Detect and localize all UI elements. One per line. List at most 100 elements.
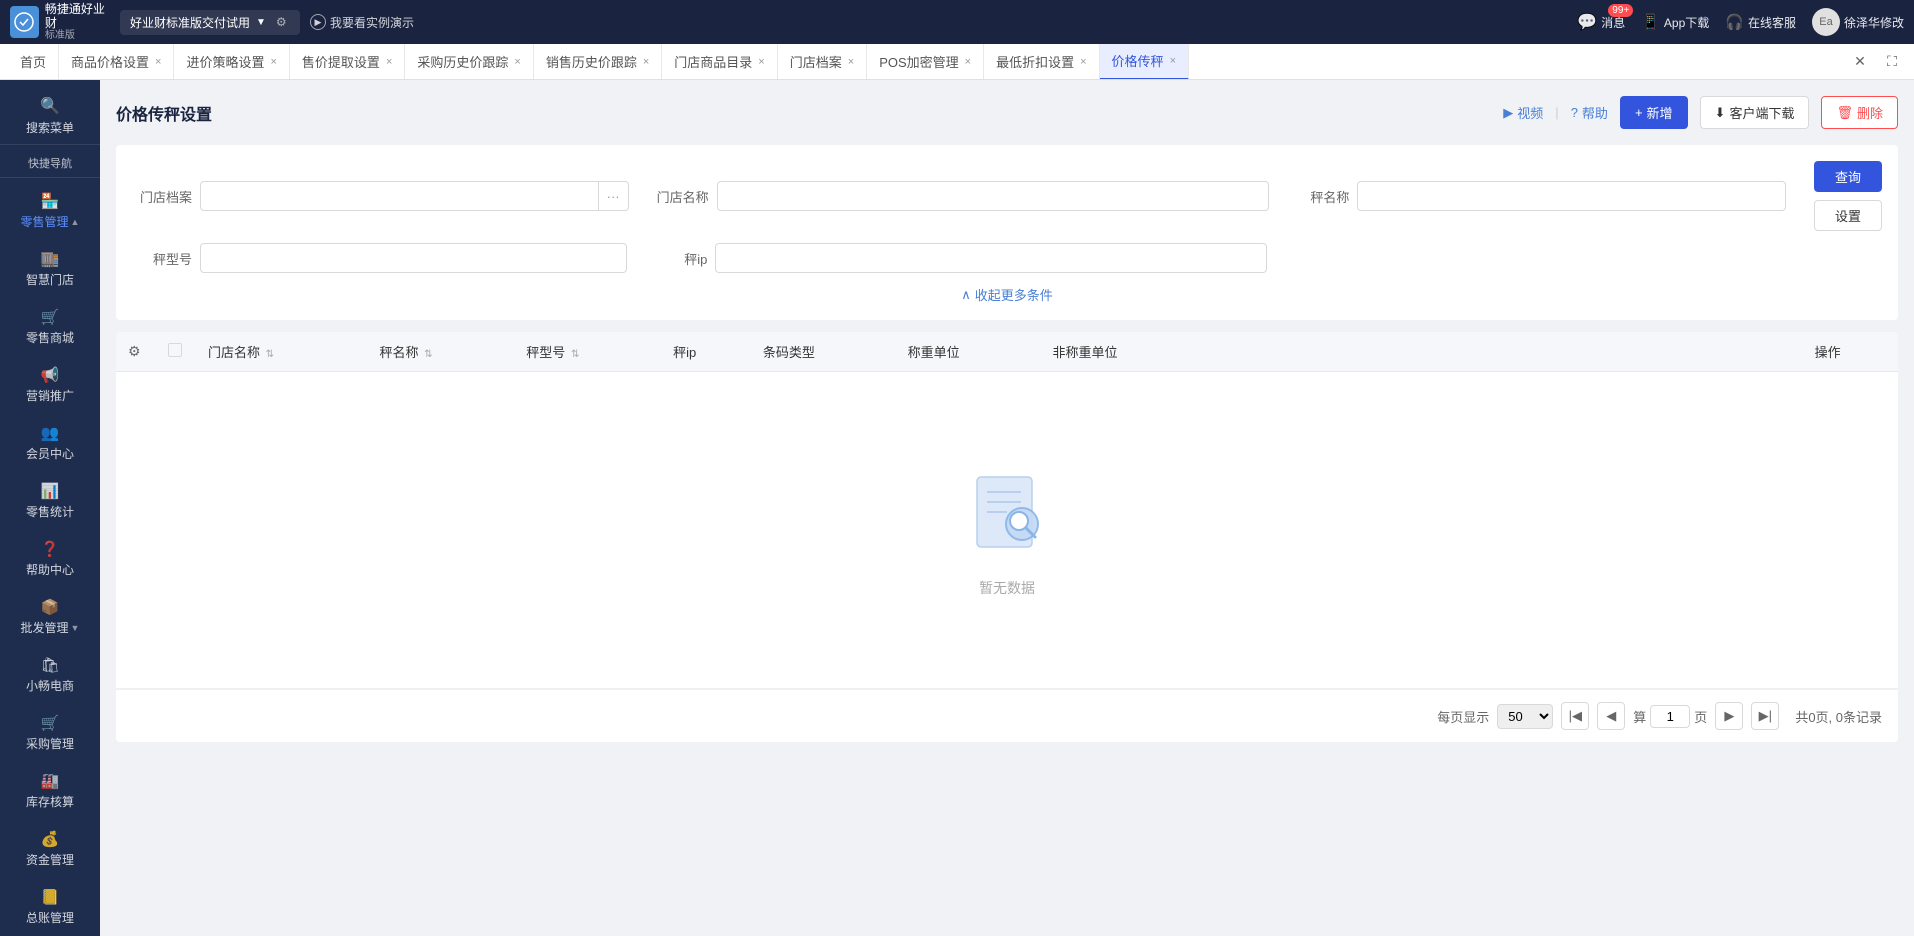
help-circle-icon: ? <box>1571 105 1578 120</box>
collapse-button[interactable]: ∧ 收起更多条件 <box>961 285 1053 304</box>
tab-purchase-history[interactable]: 采购历史价跟踪 × <box>405 44 533 80</box>
sidebar-item-inventory[interactable]: 🏭 库存核算 <box>0 762 100 820</box>
tab-sale-fetch[interactable]: 售价提取设置 × <box>290 44 405 80</box>
general-ledger-icon: 📒 <box>41 888 60 906</box>
tab-store-catalog[interactable]: 门店商品目录 × <box>662 44 777 80</box>
page-size-select[interactable]: 50 10 20 100 <box>1497 704 1553 729</box>
tab-fullscreen-button[interactable]: ⛶ <box>1878 48 1906 76</box>
table-body: 暂无数据 <box>116 372 1898 689</box>
tab-purchase-strategy-close[interactable]: × <box>270 56 276 68</box>
tab-price-settings[interactable]: 商品价格设置 × <box>59 44 174 80</box>
tab-sale-history[interactable]: 销售历史价跟踪 × <box>534 44 662 80</box>
th-scale-model: 秤型号 ⇅ <box>514 332 661 372</box>
messages-button[interactable]: 💬 消息 99+ <box>1577 12 1625 32</box>
sidebar: 🔍 搜索菜单 快捷导航 🏪 零售管理 ▲ 🏬 智慧门店 🛒 零售商城 📢 营销推… <box>0 80 100 936</box>
query-button[interactable]: 查询 <box>1814 161 1882 192</box>
next-page-button[interactable]: ▶ <box>1715 702 1743 730</box>
sort-scale-model-icon[interactable]: ⇅ <box>571 349 579 360</box>
sort-scale-name-icon[interactable]: ⇅ <box>424 349 432 360</box>
video-help-button[interactable]: ▶ 视频 <box>1503 103 1543 122</box>
settings-icon[interactable]: ⚙ <box>276 15 287 29</box>
tab-sale-history-close[interactable]: × <box>643 56 649 68</box>
page-label: 页 <box>1694 707 1707 726</box>
store-profile-label: 门店档案 <box>132 187 192 206</box>
add-button[interactable]: + 新增 <box>1620 96 1688 129</box>
tab-price-scale[interactable]: 价格传秤 × <box>1100 44 1189 80</box>
store-profile-btn[interactable]: ··· <box>598 182 628 210</box>
sidebar-item-xiaoyang[interactable]: 🛍 小畅电商 <box>0 646 100 704</box>
store-profile-input[interactable] <box>201 182 598 210</box>
filter-store-name: 门店名称 <box>649 181 1270 211</box>
tab-price-settings-label: 商品价格设置 <box>71 52 149 71</box>
th-non-weight-unit-label: 非称重单位 <box>1053 345 1118 360</box>
app-header: 畅捷通好业财 标准版 好业财标准版交付试用 ▼ ⚙ ▶ 我要看实例演示 💬 消息… <box>0 0 1914 44</box>
select-all-checkbox[interactable] <box>168 343 182 357</box>
sidebar-item-purchase[interactable]: 🛒 采购管理 <box>0 704 100 762</box>
tab-purchase-history-close[interactable]: × <box>514 56 520 68</box>
smart-store-icon: 🏬 <box>41 250 60 268</box>
scale-ip-input[interactable] <box>715 243 1266 273</box>
help-label: 帮助 <box>1582 103 1608 122</box>
tab-price-settings-close[interactable]: × <box>155 56 161 68</box>
sidebar-item-retail[interactable]: 🏪 零售管理 ▲ <box>0 182 100 240</box>
tab-sale-history-label: 销售历史价跟踪 <box>546 52 637 71</box>
sidebar-item-wholesale[interactable]: 📦 批发管理 ▼ <box>0 588 100 646</box>
tab-purchase-strategy[interactable]: 进价策略设置 × <box>174 44 289 80</box>
client-download-button[interactable]: ⬇ 客户端下载 <box>1700 96 1810 129</box>
scale-name-label: 秤名称 <box>1289 187 1349 206</box>
video-icon: ▶ <box>1503 105 1513 121</box>
tab-min-discount[interactable]: 最低折扣设置 × <box>984 44 1099 80</box>
product-selector[interactable]: 好业财标准版交付试用 ▼ ⚙ <box>120 10 300 35</box>
tab-close-button[interactable]: ✕ <box>1846 48 1874 76</box>
inventory-icon: 🏭 <box>41 772 60 790</box>
help-button[interactable]: ? 帮助 <box>1571 103 1608 122</box>
tab-price-scale-close[interactable]: × <box>1170 55 1176 67</box>
scale-ip-label: 秤ip <box>647 249 707 268</box>
sidebar-item-inventory-label: 库存核算 <box>26 793 74 810</box>
last-page-button[interactable]: ▶| <box>1751 702 1779 730</box>
th-checkbox <box>156 332 196 372</box>
tab-store-profile-close[interactable]: × <box>848 56 854 68</box>
demo-link[interactable]: ▶ 我要看实例演示 <box>310 14 414 31</box>
tab-sale-fetch-close[interactable]: × <box>386 56 392 68</box>
sidebar-item-general-ledger[interactable]: 📒 总账管理 <box>0 878 100 936</box>
user-menu[interactable]: Ea 徐泽华修改 <box>1812 8 1904 36</box>
sidebar-quick-nav[interactable]: 快捷导航 <box>0 149 100 178</box>
sidebar-item-help[interactable]: ❓ 帮助中心 <box>0 530 100 588</box>
collapse-label: 收起更多条件 <box>975 285 1053 304</box>
sidebar-item-smart-store[interactable]: 🏬 智慧门店 <box>0 240 100 298</box>
tab-home[interactable]: 首页 <box>8 44 59 80</box>
table-settings-icon[interactable]: ⚙ <box>128 343 141 359</box>
sidebar-item-marketing[interactable]: 📢 营销推广 <box>0 356 100 414</box>
page-title: 价格传秤设置 <box>116 101 212 125</box>
tab-bar: 首页 商品价格设置 × 进价策略设置 × 售价提取设置 × 采购历史价跟踪 × … <box>0 44 1914 80</box>
sidebar-item-finance[interactable]: 💰 资金管理 <box>0 820 100 878</box>
tab-min-discount-close[interactable]: × <box>1080 56 1086 68</box>
th-operation-label: 操作 <box>1815 345 1841 360</box>
page-number-input[interactable] <box>1650 705 1690 728</box>
sidebar-item-retail-mall[interactable]: 🛒 零售商城 <box>0 298 100 356</box>
prev-page-button[interactable]: ◀ <box>1597 702 1625 730</box>
sidebar-item-retail-stats[interactable]: 📊 零售统计 <box>0 472 100 530</box>
sidebar-item-xiaoyang-label: 小畅电商 <box>26 677 74 694</box>
app-name: 畅捷通好业财 <box>45 2 110 31</box>
scale-name-input[interactable] <box>1357 181 1786 211</box>
tab-store-catalog-close[interactable]: × <box>758 56 764 68</box>
sidebar-item-member[interactable]: 👥 会员中心 <box>0 414 100 472</box>
tab-pos-manage-close[interactable]: × <box>965 56 971 68</box>
settings-filter-button[interactable]: 设置 <box>1814 200 1882 231</box>
tab-pos-manage[interactable]: POS加密管理 × <box>867 44 984 80</box>
scale-model-input[interactable] <box>200 243 627 273</box>
first-page-button[interactable]: |◀ <box>1561 702 1589 730</box>
tab-store-profile[interactable]: 门店档案 × <box>778 44 867 80</box>
demo-link-label: 我要看实例演示 <box>330 14 414 31</box>
th-settings: ⚙ <box>116 332 156 372</box>
sidebar-search[interactable]: 🔍 搜索菜单 <box>0 88 100 145</box>
sort-store-name-icon[interactable]: ⇅ <box>266 349 274 360</box>
app-download-button[interactable]: 📱 App下载 <box>1641 13 1709 31</box>
store-name-input[interactable] <box>717 181 1270 211</box>
delete-button[interactable]: 🗑 删除 <box>1821 96 1898 129</box>
content-area: 价格传秤设置 ▶ 视频 | ? 帮助 + 新增 ⬇ 客户端下载 <box>100 80 1914 936</box>
messages-badge: 99+ <box>1608 4 1633 17</box>
online-service-button[interactable]: 🎧 在线客服 <box>1725 13 1796 31</box>
